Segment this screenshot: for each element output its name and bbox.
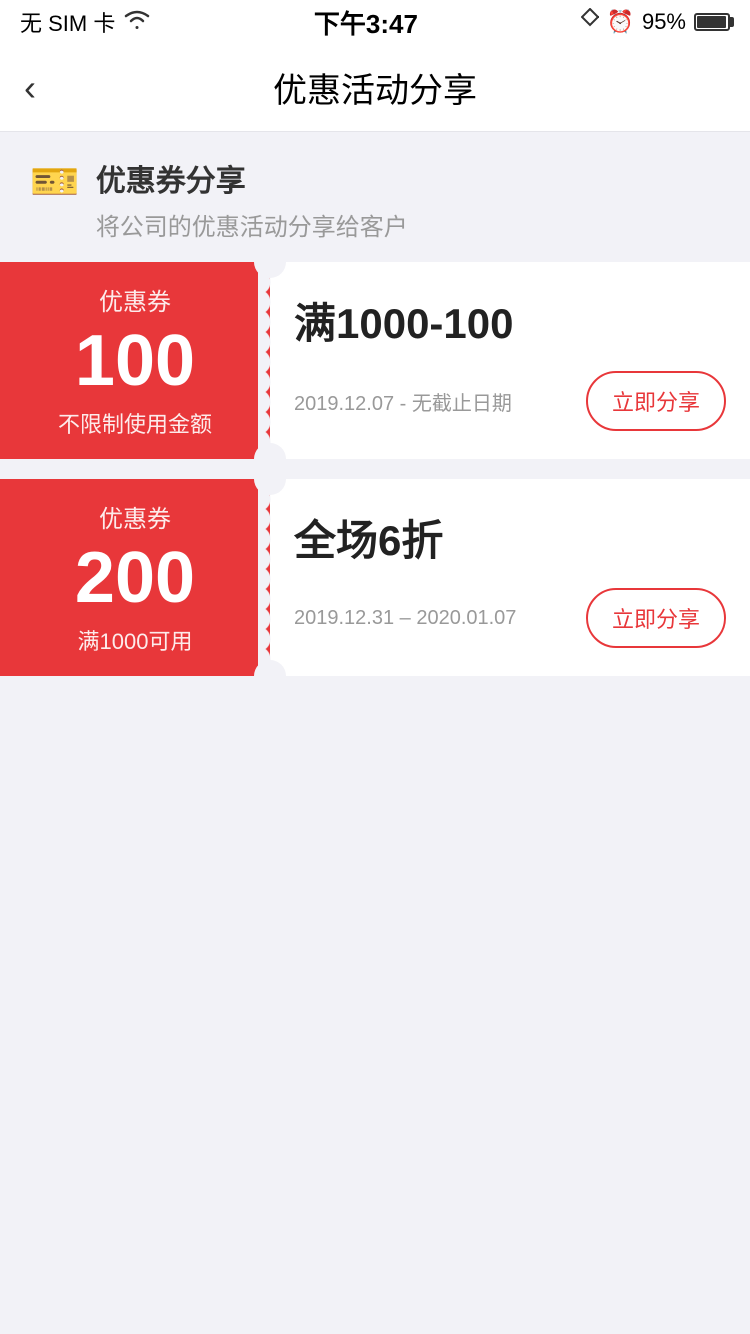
nav-bar: ‹ 优惠活动分享 — [0, 44, 750, 132]
battery-percent: 95% — [642, 9, 686, 35]
share-button-1[interactable]: 立即分享 — [586, 588, 726, 648]
section-title: 优惠券分享 — [96, 162, 408, 201]
status-time: 下午3:47 — [314, 4, 418, 41]
notch-top-1 — [254, 479, 286, 495]
battery-icon — [694, 13, 730, 31]
coupon-card: 优惠券 200 满1000可用 全场6折 2019.12.31 – 2020.0… — [0, 479, 750, 676]
coupon-right-1: 全场6折 2019.12.31 – 2020.01.07 立即分享 — [270, 479, 750, 676]
status-bar: 无 SIM 卡 下午3:47 ⏰ 95% — [0, 0, 750, 44]
coupon-meta-0: 2019.12.07 - 无截止日期 立即分享 — [294, 371, 726, 431]
status-right: ⏰ 95% — [581, 8, 730, 36]
coupon-list: 优惠券 100 不限制使用金额 满1000-100 2019.12.07 - 无… — [0, 262, 750, 726]
section-subtitle: 将公司的优惠活动分享给客户 — [96, 207, 408, 242]
notch-bottom-0 — [254, 443, 286, 459]
carrier-text: 无 SIM 卡 — [20, 6, 115, 38]
alarm-icon: ⏰ — [607, 9, 634, 35]
coupon-type-1: 优惠券 — [99, 499, 171, 534]
notch-top-0 — [254, 262, 286, 278]
empty-area — [0, 726, 750, 1226]
location-icon — [581, 8, 599, 36]
coupon-name-1: 全场6折 — [294, 507, 726, 568]
section-icon: 🎫 — [30, 162, 80, 202]
share-button-0[interactable]: 立即分享 — [586, 371, 726, 431]
wifi-icon — [123, 8, 151, 36]
coupon-condition-1: 满1000可用 — [78, 624, 193, 656]
coupon-date-1: 2019.12.31 – 2020.01.07 — [294, 607, 516, 630]
coupon-name-0: 满1000-100 — [294, 290, 726, 351]
coupon-condition-0: 不限制使用金额 — [58, 407, 212, 439]
coupon-right-0: 满1000-100 2019.12.07 - 无截止日期 立即分享 — [270, 262, 750, 459]
section-header: 🎫 优惠券分享 将公司的优惠活动分享给客户 — [0, 132, 750, 262]
coupon-meta-1: 2019.12.31 – 2020.01.07 立即分享 — [294, 588, 726, 648]
back-button[interactable]: ‹ — [24, 70, 36, 106]
coupon-card: 优惠券 100 不限制使用金额 满1000-100 2019.12.07 - 无… — [0, 262, 750, 459]
status-left: 无 SIM 卡 — [20, 6, 151, 38]
coupon-amount-0: 100 — [75, 325, 195, 397]
coupon-left-0: 优惠券 100 不限制使用金额 — [0, 262, 270, 459]
notch-bottom-1 — [254, 660, 286, 676]
coupon-type-0: 优惠券 — [99, 282, 171, 317]
coupon-amount-1: 200 — [75, 542, 195, 614]
nav-title: 优惠活动分享 — [273, 63, 477, 112]
coupon-left-1: 优惠券 200 满1000可用 — [0, 479, 270, 676]
section-text-group: 优惠券分享 将公司的优惠活动分享给客户 — [96, 162, 408, 242]
coupon-date-0: 2019.12.07 - 无截止日期 — [294, 387, 512, 416]
